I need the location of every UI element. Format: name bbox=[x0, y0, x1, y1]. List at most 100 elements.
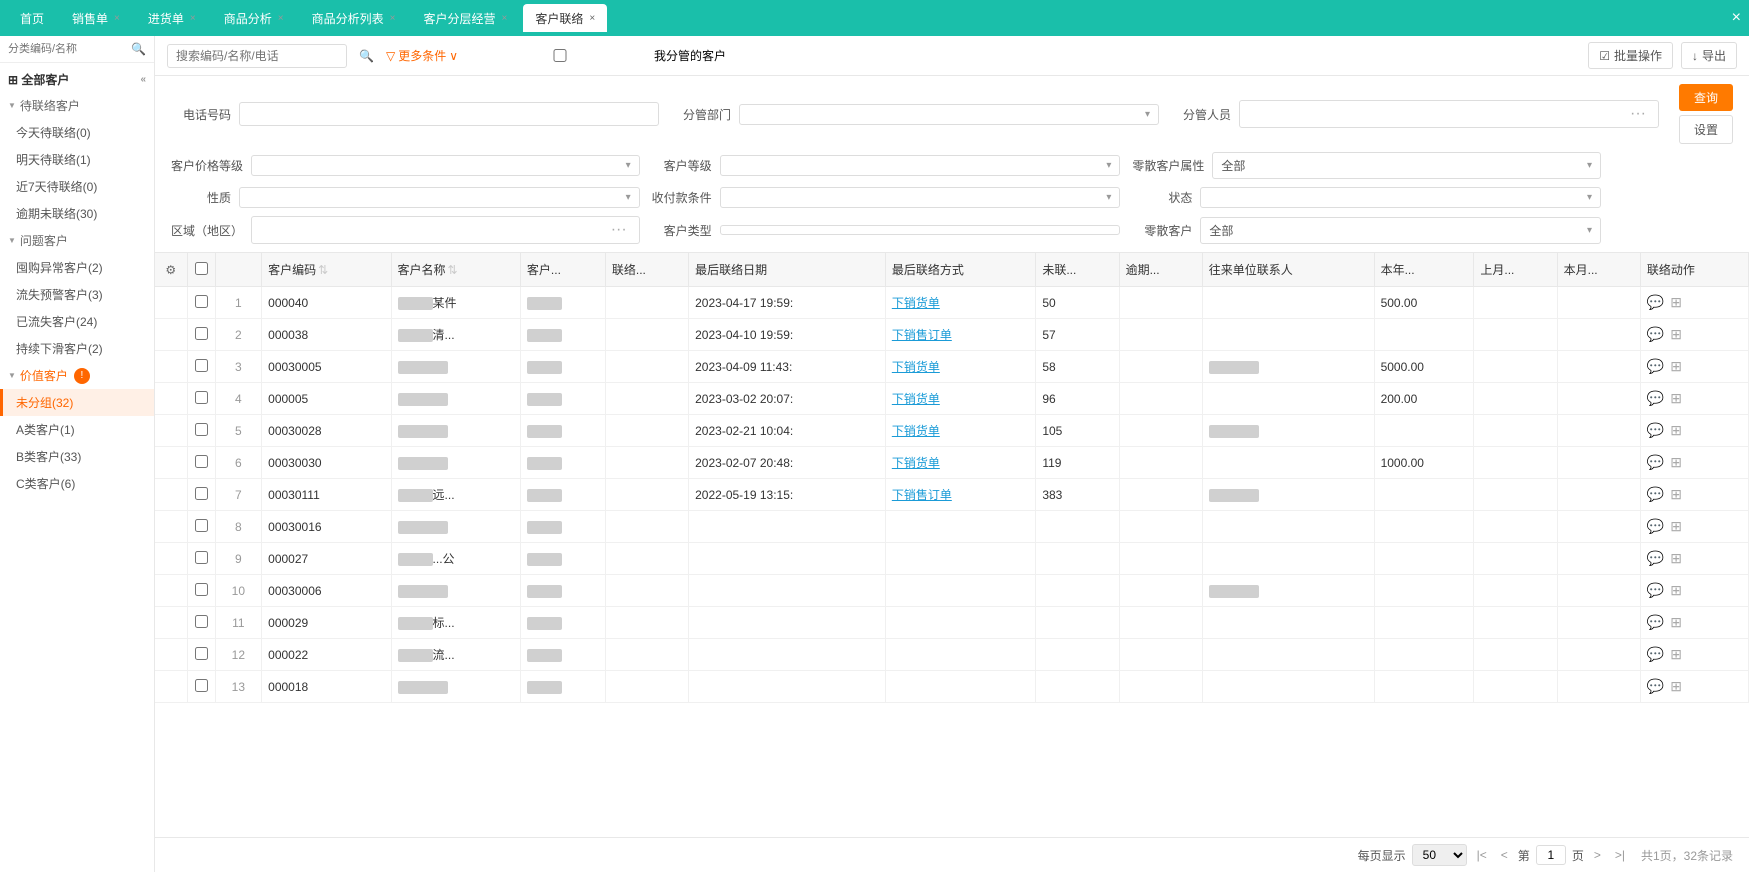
grid-icon[interactable]: ⊞ bbox=[1670, 646, 1682, 663]
last-type-link[interactable]: 下销货单 bbox=[892, 360, 940, 374]
tab-analysis-list[interactable]: 商品分析列表 × bbox=[300, 4, 408, 32]
grid-icon[interactable]: ⊞ bbox=[1670, 326, 1682, 343]
tab-home[interactable]: 首页 bbox=[8, 4, 56, 32]
grid-icon[interactable]: ⊞ bbox=[1670, 422, 1682, 439]
row-checkbox[interactable] bbox=[195, 295, 208, 308]
close-customer-contact-icon[interactable]: × bbox=[589, 13, 595, 24]
row-checkbox[interactable] bbox=[195, 615, 208, 628]
sidebar-item-today[interactable]: 今天待联络(0) bbox=[0, 119, 154, 146]
message-icon[interactable]: 💬 bbox=[1647, 582, 1664, 599]
tab-customer-contact[interactable]: 客户联络 × bbox=[523, 4, 607, 32]
last-page-btn[interactable]: >| bbox=[1611, 848, 1629, 862]
page-size-select[interactable]: 50 100 200 bbox=[1412, 844, 1467, 866]
gear-icon[interactable]: ⚙ bbox=[165, 263, 176, 277]
person-select[interactable]: ··· bbox=[1239, 100, 1659, 128]
customer-level-select[interactable]: ▾ bbox=[720, 155, 1121, 176]
tab-customer-ops[interactable]: 客户分层经营 × bbox=[411, 4, 519, 32]
message-icon[interactable]: 💬 bbox=[1647, 422, 1664, 439]
last-type-link[interactable]: 下销货单 bbox=[892, 424, 940, 438]
grid-icon[interactable]: ⊞ bbox=[1670, 358, 1682, 375]
sidebar-item-ungroup[interactable]: 未分组(32) bbox=[0, 389, 154, 416]
region-select[interactable]: ··· bbox=[251, 216, 640, 244]
row-checkbox[interactable] bbox=[195, 647, 208, 660]
last-type-link[interactable]: 下销售订单 bbox=[892, 488, 952, 502]
row-checkbox-cell[interactable] bbox=[187, 671, 215, 703]
next-page-btn[interactable]: > bbox=[1590, 848, 1605, 862]
person-more-icon[interactable]: ··· bbox=[1626, 105, 1650, 123]
row-checkbox[interactable] bbox=[195, 679, 208, 692]
last-type-link[interactable]: 下销货单 bbox=[892, 392, 940, 406]
page-input[interactable] bbox=[1536, 845, 1566, 865]
sidebar-item-overdue[interactable]: 逾期未联络(30) bbox=[0, 200, 154, 227]
message-icon[interactable]: 💬 bbox=[1647, 486, 1664, 503]
prev-page-btn[interactable]: < bbox=[1497, 848, 1512, 862]
message-icon[interactable]: 💬 bbox=[1647, 358, 1664, 375]
retail-customer-select[interactable]: 全部 ▾ bbox=[1200, 217, 1601, 244]
my-customers-checkbox[interactable]: 我分管的客户 bbox=[470, 47, 726, 64]
message-icon[interactable]: 💬 bbox=[1647, 326, 1664, 343]
window-close-icon[interactable]: × bbox=[1732, 9, 1741, 27]
row-checkbox-cell[interactable] bbox=[187, 607, 215, 639]
search-icon[interactable]: 🔍 bbox=[359, 49, 374, 63]
row-checkbox[interactable] bbox=[195, 423, 208, 436]
sidebar-item-class-b[interactable]: B类客户(33) bbox=[0, 443, 154, 470]
row-checkbox[interactable] bbox=[195, 583, 208, 596]
grid-icon[interactable]: ⊞ bbox=[1670, 454, 1682, 471]
last-type-link[interactable]: 下销货单 bbox=[892, 296, 940, 310]
row-checkbox-cell[interactable] bbox=[187, 287, 215, 319]
grid-icon[interactable]: ⊞ bbox=[1670, 678, 1682, 695]
price-level-select[interactable]: ▾ bbox=[251, 155, 640, 176]
row-checkbox[interactable] bbox=[195, 487, 208, 500]
sidebar-item-tomorrow[interactable]: 明天待联络(1) bbox=[0, 146, 154, 173]
sidebar-item-class-a[interactable]: A类客户(1) bbox=[0, 416, 154, 443]
customer-type-select[interactable] bbox=[720, 225, 1121, 235]
sidebar-item-class-c[interactable]: C类客户(6) bbox=[0, 470, 154, 497]
message-icon[interactable]: 💬 bbox=[1647, 614, 1664, 631]
my-customers-check[interactable] bbox=[470, 49, 650, 62]
category-search-icon[interactable]: 🔍 bbox=[131, 42, 146, 56]
sidebar-item-7days[interactable]: 近7天待联络(0) bbox=[0, 173, 154, 200]
message-icon[interactable]: 💬 bbox=[1647, 646, 1664, 663]
close-customer-ops-icon[interactable]: × bbox=[501, 13, 507, 24]
close-sales-icon[interactable]: × bbox=[114, 13, 120, 24]
sidebar-item-churn-warning[interactable]: 流失预警客户(3) bbox=[0, 281, 154, 308]
th-name[interactable]: 客户名称 ⇅ bbox=[391, 253, 520, 287]
all-customers-header[interactable]: ⊞ 全部客户 « bbox=[0, 63, 154, 92]
search-input[interactable] bbox=[167, 44, 347, 68]
row-checkbox-cell[interactable] bbox=[187, 511, 215, 543]
tab-purchase[interactable]: 进货单 × bbox=[136, 4, 208, 32]
th-checkbox[interactable] bbox=[187, 253, 215, 287]
phone-input[interactable] bbox=[239, 102, 659, 126]
row-checkbox-cell[interactable] bbox=[187, 415, 215, 447]
export-button[interactable]: ↓ 导出 bbox=[1681, 42, 1737, 69]
sidebar-item-declining[interactable]: 持续下滑客户(2) bbox=[0, 335, 154, 362]
grid-icon[interactable]: ⊞ bbox=[1670, 614, 1682, 631]
last-type-link[interactable]: 下销货单 bbox=[892, 456, 940, 470]
select-all-checkbox[interactable] bbox=[195, 262, 208, 275]
sidebar-item-abnormal[interactable]: 囤购异常客户(2) bbox=[0, 254, 154, 281]
close-analysis-icon[interactable]: × bbox=[278, 13, 284, 24]
grid-icon[interactable]: ⊞ bbox=[1670, 518, 1682, 535]
row-checkbox-cell[interactable] bbox=[187, 383, 215, 415]
row-checkbox-cell[interactable] bbox=[187, 319, 215, 351]
message-icon[interactable]: 💬 bbox=[1647, 678, 1664, 695]
last-type-link[interactable]: 下销售订单 bbox=[892, 328, 952, 342]
close-purchase-icon[interactable]: × bbox=[190, 13, 196, 24]
row-checkbox-cell[interactable] bbox=[187, 639, 215, 671]
sidebar-item-churned[interactable]: 已流失客户(24) bbox=[0, 308, 154, 335]
retail-attr-select[interactable]: 全部 ▾ bbox=[1212, 152, 1601, 179]
message-icon[interactable]: 💬 bbox=[1647, 550, 1664, 567]
tab-sales[interactable]: 销售单 × bbox=[60, 4, 132, 32]
grid-icon[interactable]: ⊞ bbox=[1670, 550, 1682, 567]
message-icon[interactable]: 💬 bbox=[1647, 294, 1664, 311]
region-more-icon[interactable]: ··· bbox=[607, 221, 631, 239]
collapse-icon[interactable]: « bbox=[140, 74, 146, 85]
grid-icon[interactable]: ⊞ bbox=[1670, 582, 1682, 599]
status-select[interactable]: ▾ bbox=[1200, 187, 1601, 208]
grid-icon[interactable]: ⊞ bbox=[1670, 390, 1682, 407]
row-checkbox[interactable] bbox=[195, 327, 208, 340]
row-checkbox-cell[interactable] bbox=[187, 351, 215, 383]
row-checkbox[interactable] bbox=[195, 359, 208, 372]
row-checkbox-cell[interactable] bbox=[187, 447, 215, 479]
property-select[interactable]: ▾ bbox=[239, 187, 640, 208]
